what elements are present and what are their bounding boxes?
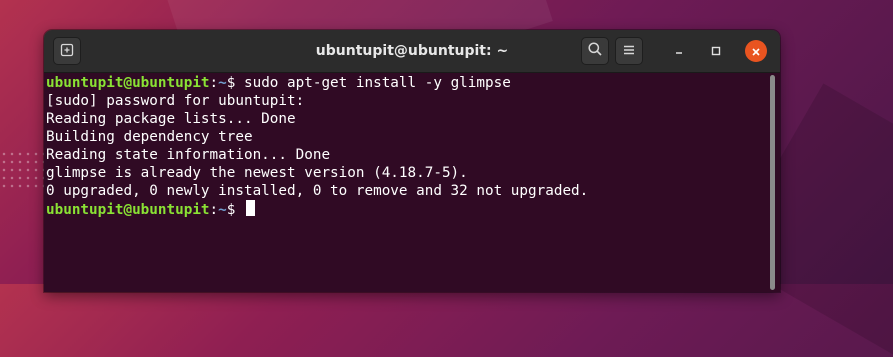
prompt-sigil: $	[226, 202, 244, 218]
prompt-sigil: $	[226, 75, 244, 91]
prompt-user-host: ubuntupit@ubuntupit	[46, 75, 210, 91]
maximize-icon	[710, 42, 722, 61]
terminal-window: ubuntupit@ubuntupit: ~ ubuntupit@ubuntup…	[44, 30, 780, 292]
output-line: glimpse is already the newest version (4…	[46, 165, 468, 181]
hamburger-menu-icon	[622, 42, 636, 61]
prompt-colon: :	[209, 202, 219, 218]
prompt-user-host: ubuntupit@ubuntupit	[46, 202, 210, 218]
wallpaper-dots	[0, 150, 44, 190]
output-line: [sudo] password for ubuntupit:	[46, 93, 305, 109]
close-button[interactable]	[745, 40, 767, 62]
terminal-area[interactable]: ubuntupit@ubuntupit:~$ sudo apt-get inst…	[44, 73, 780, 292]
maximize-button[interactable]	[705, 40, 727, 62]
scrollbar[interactable]	[770, 75, 775, 290]
prompt-path: ~	[218, 202, 227, 218]
command-line: ubuntupit@ubuntupit:~$ sudo apt-get inst…	[46, 74, 588, 92]
close-icon	[751, 42, 761, 61]
output-line: Building dependency tree	[46, 129, 253, 145]
search-icon	[587, 41, 603, 61]
output-line: 0 upgraded, 0 newly installed, 0 to remo…	[46, 183, 589, 199]
minimize-icon	[673, 42, 685, 61]
command-text: sudo apt-get install -y glimpse	[243, 75, 511, 91]
output-line: Reading state information... Done	[46, 147, 331, 163]
terminal-output: ubuntupit@ubuntupit:~$ sudo apt-get inst…	[46, 74, 588, 219]
minimize-button[interactable]	[668, 40, 690, 62]
prompt-line: ubuntupit@ubuntupit:~$	[46, 200, 588, 219]
output-line: Reading package lists... Done	[46, 111, 296, 127]
titlebar: ubuntupit@ubuntupit: ~	[44, 30, 780, 73]
text-cursor	[245, 200, 255, 216]
search-button[interactable]	[581, 37, 609, 65]
prompt-colon: :	[209, 75, 219, 91]
prompt-path: ~	[218, 75, 227, 91]
menu-button[interactable]	[615, 37, 643, 65]
